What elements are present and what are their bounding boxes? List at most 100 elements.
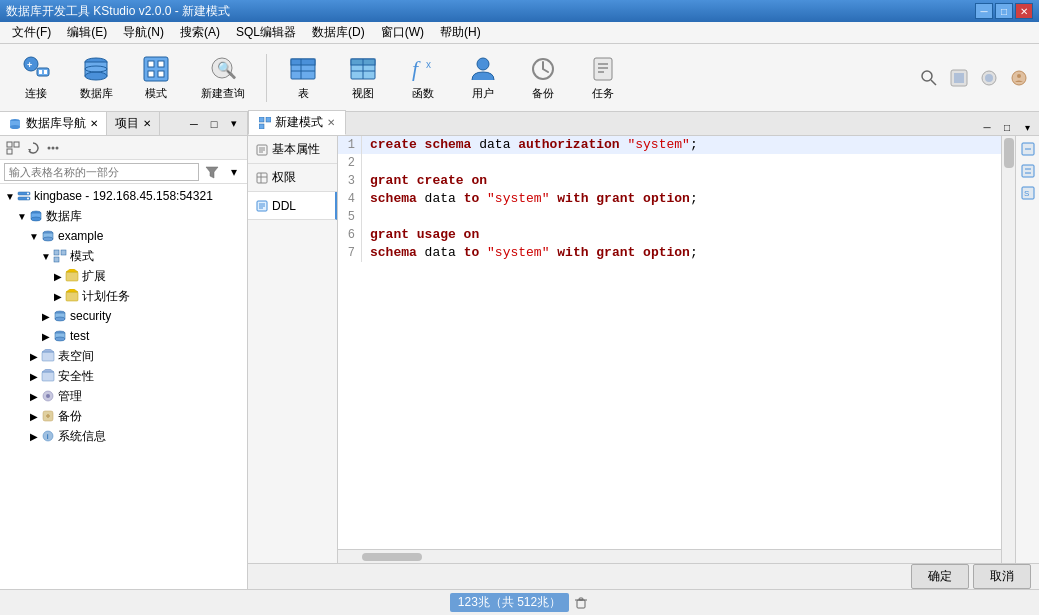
minimize-button[interactable]: ─ [975, 3, 993, 19]
status-bar: 123兆（共 512兆） [0, 589, 1039, 615]
ddl-tab-icon [256, 200, 268, 212]
backup-folder-toggle[interactable]: ▶ [28, 411, 40, 422]
search-button[interactable] [917, 66, 941, 90]
side-tool-3[interactable]: S [1019, 184, 1037, 202]
editor-minimize-btn[interactable]: ─ [979, 119, 995, 135]
menu-search[interactable]: 搜索(A) [172, 22, 228, 43]
editor-menu-btn[interactable]: ▾ [1019, 119, 1035, 135]
databases-toggle[interactable]: ▼ [16, 211, 28, 222]
menu-help[interactable]: 帮助(H) [432, 22, 489, 43]
backup-button[interactable]: 备份 [515, 50, 571, 106]
task-button[interactable]: 任务 [575, 50, 631, 106]
db-nav-icon [8, 117, 22, 131]
scheduled-toggle[interactable]: ▶ [52, 291, 64, 302]
database-label: 数据库 [80, 86, 113, 101]
cancel-button[interactable]: 取消 [973, 564, 1031, 589]
server-toggle[interactable]: ▼ [4, 191, 16, 202]
extensions-toggle[interactable]: ▶ [52, 271, 64, 282]
side-tool-2[interactable] [1019, 162, 1037, 180]
tree-container[interactable]: ▼ kingbase - 192.168.45.158:54321 ▼ [0, 184, 247, 589]
menu-nav[interactable]: 导航(N) [115, 22, 172, 43]
filter-dropdown-btn[interactable]: ▾ [225, 163, 243, 181]
tablespace-toggle[interactable]: ▶ [28, 351, 40, 362]
tree-node-security-folder[interactable]: ▶ 安全性 [0, 366, 247, 386]
menu-edit[interactable]: 编辑(E) [59, 22, 115, 43]
tree-node-extensions[interactable]: ▶ 扩展 [0, 266, 247, 286]
more-btn[interactable] [44, 139, 62, 157]
tree-node-backup[interactable]: ▶ 备份 [0, 406, 247, 426]
tree-node-sysinfo[interactable]: ▶ i 系统信息 [0, 426, 247, 446]
panel-restore-btn[interactable]: □ [205, 115, 223, 133]
collapse-all-btn[interactable] [4, 139, 22, 157]
user-button[interactable]: 用户 [455, 50, 511, 106]
manage-toggle[interactable]: ▶ [28, 391, 40, 402]
sysinfo-toggle[interactable]: ▶ [28, 431, 40, 442]
schema-tab-close[interactable]: ✕ [327, 117, 335, 128]
svg-rect-64 [54, 257, 59, 262]
example-toggle[interactable]: ▼ [28, 231, 40, 242]
new-query-button[interactable]: 🔍 新建查询 [188, 50, 258, 106]
panel-menu-btn[interactable]: ▾ [225, 115, 243, 133]
tree-node-tablespace[interactable]: ▶ 表空间 [0, 346, 247, 366]
svg-point-54 [27, 193, 29, 195]
security-toggle[interactable]: ▶ [40, 311, 52, 322]
tree-node-schemas[interactable]: ▼ 模式 [0, 246, 247, 266]
panel-minimize-btn[interactable]: ─ [185, 115, 203, 133]
vertical-scrollbar[interactable] [1001, 136, 1015, 563]
svg-rect-105 [577, 600, 585, 608]
test-toggle[interactable]: ▶ [40, 331, 52, 342]
editor-restore-btn[interactable]: □ [999, 119, 1015, 135]
panel-tabs: 数据库导航 ✕ 项目 ✕ ─ □ ▾ [0, 112, 247, 136]
v-scroll-thumb[interactable] [1004, 138, 1014, 168]
tree-node-server[interactable]: ▼ kingbase - 192.168.45.158:54321 [0, 186, 247, 206]
table-button[interactable]: 表 [275, 50, 331, 106]
db-nav-close[interactable]: ✕ [90, 118, 98, 129]
toolbar-extra-btn3[interactable] [1007, 66, 1031, 90]
toolbar-extra-btn2[interactable] [977, 66, 1001, 90]
horizontal-scrollbar[interactable] [338, 549, 1001, 563]
tree-node-databases[interactable]: ▼ 数据库 [0, 206, 247, 226]
new-schema-tab[interactable]: 新建模式 ✕ [248, 110, 346, 135]
menu-database[interactable]: 数据库(D) [304, 22, 373, 43]
schemas-toggle[interactable]: ▼ [40, 251, 52, 262]
tree-node-example[interactable]: ▼ example [0, 226, 247, 246]
tree-node-security[interactable]: ▶ security [0, 306, 247, 326]
prop-tab-perms[interactable]: 权限 [248, 164, 337, 192]
restore-button[interactable]: □ [995, 3, 1013, 19]
menu-file[interactable]: 文件(F) [4, 22, 59, 43]
filter-icon[interactable] [203, 163, 221, 181]
code-line-2: 2 [338, 154, 1001, 172]
user-label: 用户 [472, 86, 494, 101]
db-nav-tab[interactable]: 数据库导航 ✕ [0, 112, 107, 135]
refresh-btn[interactable] [24, 139, 42, 157]
menu-sql[interactable]: SQL编辑器 [228, 22, 304, 43]
code-content-1: create schema data authorization "system… [370, 136, 698, 154]
menu-window[interactable]: 窗口(W) [373, 22, 432, 43]
task-label: 任务 [592, 86, 614, 101]
database-button[interactable]: 数据库 [68, 50, 124, 106]
code-area[interactable]: 1 create schema data authorization "syst… [338, 136, 1001, 549]
project-close[interactable]: ✕ [143, 118, 151, 129]
prop-tab-basic[interactable]: 基本属性 [248, 136, 337, 164]
tree-node-manage[interactable]: ▶ 管理 [0, 386, 247, 406]
side-tool-1[interactable] [1019, 140, 1037, 158]
toolbar-sep-1 [266, 54, 267, 102]
trash-icon[interactable] [573, 595, 589, 611]
tree-node-scheduled[interactable]: ▶ 计划任务 [0, 286, 247, 306]
view-button[interactable]: 视图 [335, 50, 391, 106]
toolbar-extra-btn1[interactable] [947, 66, 971, 90]
filter-input[interactable] [4, 163, 199, 181]
tree-node-test[interactable]: ▶ test [0, 326, 247, 346]
security-folder-toggle[interactable]: ▶ [28, 371, 40, 382]
filter-row: ▾ [0, 160, 247, 184]
confirm-button[interactable]: 确定 [911, 564, 969, 589]
svg-rect-4 [44, 70, 47, 74]
prop-tab-ddl[interactable]: DDL [248, 192, 337, 220]
project-tab[interactable]: 项目 ✕ [107, 112, 160, 135]
schema-button[interactable]: 模式 [128, 50, 184, 106]
code-line-3: 3 grant create on [338, 172, 1001, 190]
close-button[interactable]: ✕ [1015, 3, 1033, 19]
connect-button[interactable]: + 连接 [8, 50, 64, 106]
h-scroll-thumb[interactable] [362, 553, 422, 561]
function-button[interactable]: f x 函数 [395, 50, 451, 106]
